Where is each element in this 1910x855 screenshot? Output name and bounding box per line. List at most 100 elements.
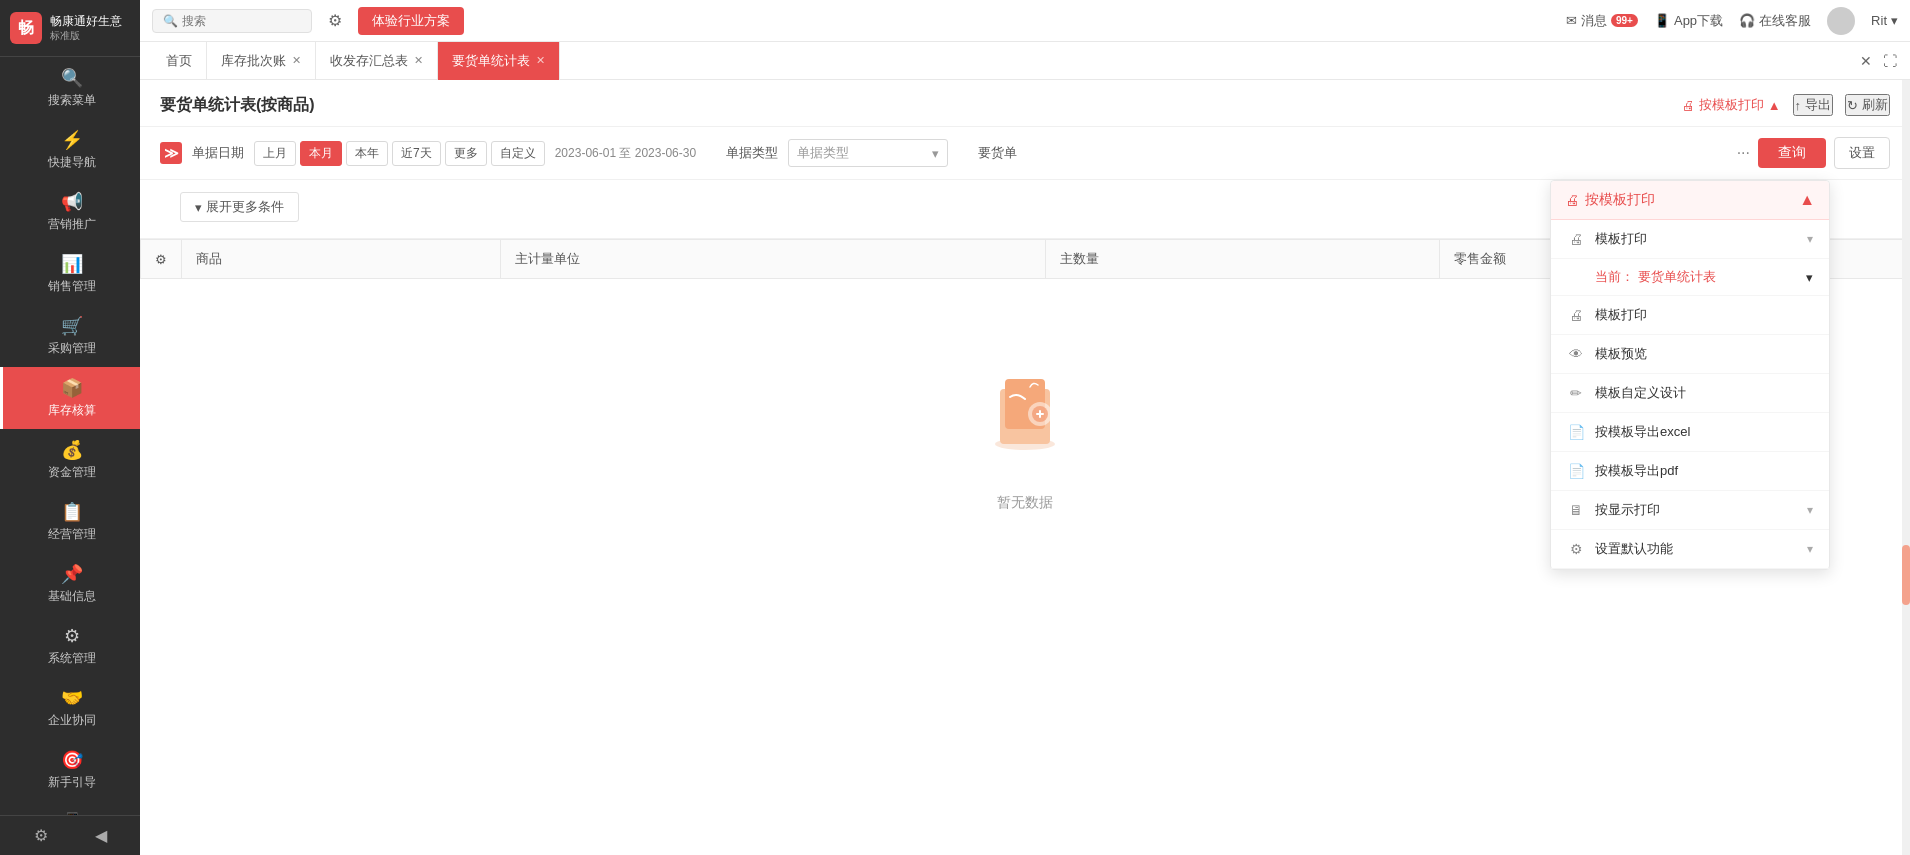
tab-close-icon[interactable]: ✕ [292,54,301,67]
date-btn-custom[interactable]: 自定义 [491,141,545,166]
sidebar-item-purchase[interactable]: 🛒 采购管理 [0,305,140,367]
dropdown-template-print[interactable]: 🖨 模板打印 [1551,296,1829,335]
refresh-button[interactable]: ↻ 刷新 [1845,94,1890,116]
query-button[interactable]: 查询 [1758,138,1826,168]
online-service-label: 在线客服 [1759,12,1811,30]
messages-button[interactable]: ✉ 消息 99+ [1566,12,1638,30]
app-logo: 畅 畅康通好生意 标准版 [0,0,140,57]
sidebar-item-label: 系统管理 [48,650,96,667]
date-buttons: 上月 本月 本年 近7天 更多 自定义 [254,141,545,166]
tab-window-actions: ✕ ⛶ [1858,53,1910,69]
sidebar-item-search[interactable]: 🔍 搜索菜单 [0,57,140,119]
date-btn-last-month[interactable]: 上月 [254,141,296,166]
current-item-label: 模板打印 [1595,230,1647,248]
marketing-icon: 📢 [61,191,83,213]
table-header-product: 商品 [182,240,501,279]
app-download-button[interactable]: 📱 App下载 [1654,12,1723,30]
dropdown-current-item[interactable]: 🖨 模板打印 ▾ [1551,220,1829,259]
type-select[interactable]: 单据类型 ▾ [788,139,948,167]
sub-arrow-icon: ▾ [1807,232,1813,246]
dropdown-collapse-button[interactable]: ▲ [1799,191,1815,209]
page-actions: 🖨 按模板打印 ▲ ↑ 导出 ↻ 刷新 [1682,94,1890,116]
collapse-icon[interactable]: ◀ [95,826,107,845]
more-options-icon[interactable]: ··· [1737,144,1750,162]
purchase-icon: 🛒 [61,315,83,337]
dropdown-template-excel[interactable]: 📄 按模板导出excel [1551,413,1829,452]
dropdown-template-preview[interactable]: 👁 模板预览 [1551,335,1829,374]
sidebar-item-sales[interactable]: 📊 销售管理 [0,243,140,305]
sidebar-bottom: ⚙ ◀ [0,815,140,855]
topbar-right: ✉ 消息 99+ 📱 App下载 🎧 在线客服 Rit ▾ [1566,7,1898,35]
tab-home-label: 首页 [166,52,192,70]
tabbar: 首页 库存批次账 ✕ 收发存汇总表 ✕ 要货单统计表 ✕ ✕ ⛶ [140,42,1910,80]
date-btn-this-month[interactable]: 本月 [300,141,342,166]
sidebar-item-guide[interactable]: 🎯 新手引导 [0,739,140,801]
online-service-button[interactable]: 🎧 在线客服 [1739,12,1811,30]
sidebar-item-marketing[interactable]: 📢 营销推广 [0,181,140,243]
topbar-search-box[interactable]: 🔍 [152,9,312,33]
template-print-button[interactable]: 🖨 按模板打印 ▲ [1682,96,1781,114]
page-title: 要货单统计表(按商品) [160,95,315,116]
filter-expand-button[interactable]: ≫ [160,142,182,164]
preview-icon: 👁 [1567,346,1585,362]
enterprise-icon: 🤝 [61,687,83,709]
tab-close-icon[interactable]: ✕ [536,54,545,67]
sidebar-item-appstore[interactable]: 📱 应用中心 [0,801,140,815]
tab-close-icon[interactable]: ✕ [414,54,423,67]
sidebar-item-quick-nav[interactable]: ⚡ 快捷导航 [0,119,140,181]
dropdown-default-fn[interactable]: ⚙ 设置默认功能 ▾ [1551,530,1829,569]
sidebar-item-system[interactable]: ⚙ 系统管理 [0,615,140,677]
settings-icon[interactable]: ⚙ [34,826,48,845]
operations-icon: 📋 [61,501,83,523]
sidebar-item-label: 新手引导 [48,774,96,791]
dropdown-template-design[interactable]: ✏ 模板自定义设计 [1551,374,1829,413]
scrollbar-thumb[interactable] [1902,545,1910,605]
table-header-settings[interactable]: ⚙ [141,240,182,279]
chevron-down-icon: ▾ [195,200,202,215]
current-sub-arrow: ▾ [1806,270,1813,285]
sidebar-item-operations[interactable]: 📋 经营管理 [0,491,140,553]
search-input[interactable] [182,14,301,28]
date-range-display: 2023-06-01 至 2023-06-30 [555,145,696,162]
sub-arrow-icon: ▾ [1807,503,1813,517]
export-icon: ↑ [1795,98,1802,113]
tab-order-stats[interactable]: 要货单统计表 ✕ [438,42,560,80]
app-name: 畅康通好生意 [50,13,122,30]
current-item-icon: 🖨 [1567,231,1585,247]
filter-settings-button[interactable]: 设置 [1834,137,1890,169]
current-label-badge: 当前：要货单统计表 [1595,268,1716,286]
tab-inventory-batch[interactable]: 库存批次账 ✕ [207,42,316,80]
date-btn-7days[interactable]: 近7天 [392,141,441,166]
trial-button[interactable]: 体验行业方案 [358,7,464,35]
chevron-up-icon: ▲ [1768,98,1781,113]
chevron-down-icon: ▾ [932,146,939,161]
messages-badge: 99+ [1611,14,1638,27]
settings-button[interactable]: ⚙ [320,7,350,34]
sidebar-item-label: 经营管理 [48,526,96,543]
date-btn-this-year[interactable]: 本年 [346,141,388,166]
sidebar-item-label: 企业协同 [48,712,96,729]
page-container: 要货单统计表(按商品) 🖨 按模板打印 ▲ ↑ 导出 ↻ 刷新 [140,80,1910,855]
date-btn-more[interactable]: 更多 [445,141,487,166]
template-print-item-label: 模板打印 [1595,306,1647,324]
dropdown-display-print[interactable]: 🖥 按显示打印 ▾ [1551,491,1829,530]
sidebar-item-inventory[interactable]: 📦 库存核算 [0,367,140,429]
dropdown-current-sub-label[interactable]: 当前：要货单统计表 ▾ [1551,259,1829,296]
tab-collection-summary[interactable]: 收发存汇总表 ✕ [316,42,438,80]
search-icon: 🔍 [163,14,178,28]
avatar[interactable] [1827,7,1855,35]
export-button[interactable]: ↑ 导出 [1793,94,1834,116]
user-name[interactable]: Rit ▾ [1871,13,1898,28]
sidebar-item-finance[interactable]: 💰 资金管理 [0,429,140,491]
tab-collection-label: 收发存汇总表 [330,52,408,70]
sidebar-item-label: 营销推广 [48,216,96,233]
tab-home[interactable]: 首页 [152,42,207,80]
sidebar-nav: 🔍 搜索菜单 ⚡ 快捷导航 📢 营销推广 📊 销售管理 🛒 采购管理 📦 库存核… [0,57,140,815]
sidebar-item-enterprise[interactable]: 🤝 企业协同 [0,677,140,739]
dropdown-template-pdf[interactable]: 📄 按模板导出pdf [1551,452,1829,491]
sidebar-item-basic[interactable]: 📌 基础信息 [0,553,140,615]
maximize-window-button[interactable]: ⛶ [1882,53,1898,69]
close-window-button[interactable]: ✕ [1858,53,1874,69]
expand-more-button[interactable]: ▾ 展开更多条件 [180,192,299,222]
right-scrollbar[interactable] [1902,80,1910,855]
